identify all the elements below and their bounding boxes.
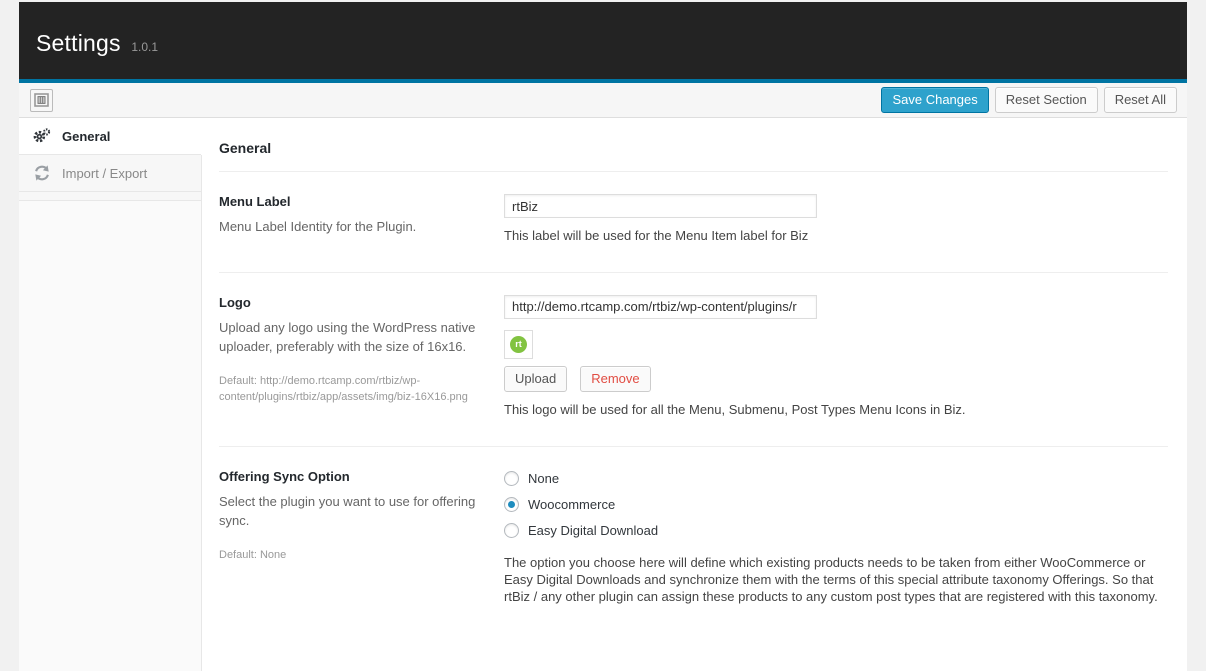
panel-header: Settings 1.0.1: [19, 2, 1187, 83]
default-value-note: Default: None: [219, 548, 287, 561]
radio-button-checked-icon[interactable]: [504, 496, 519, 512]
cogs-icon: [33, 128, 51, 144]
reset-all-button[interactable]: Reset All: [1103, 87, 1177, 113]
page-title: Settings: [36, 30, 121, 56]
field-label: Offering Sync Option: [219, 468, 350, 484]
field-input-column: None Woocommerce Easy Digital Download T…: [504, 469, 1164, 605]
field-help-text: This logo will be used for all the Menu,…: [504, 401, 966, 417]
radio-button-icon[interactable]: [504, 522, 519, 538]
sidebar-item-general[interactable]: General: [19, 118, 201, 155]
field-description: Select the plugin you want to use for of…: [219, 493, 476, 529]
sidebar: General Import / Export: [19, 118, 202, 671]
content-panel: General Menu Label Menu Label Identity f…: [202, 118, 1187, 671]
field-description: Menu Label Identity for the Plugin.: [219, 219, 417, 234]
logo-url-input[interactable]: [504, 294, 817, 319]
remove-button[interactable]: Remove: [580, 365, 651, 392]
radio-option-label: Woocommerce: [528, 496, 616, 512]
radio-button-icon[interactable]: [504, 470, 519, 486]
radio-option-label: Easy Digital Download: [528, 522, 659, 538]
field-input-column: This label will be used for the Menu Ite…: [504, 194, 1164, 246]
toolbar: Save Changes Reset Section Reset All: [19, 83, 1187, 118]
section-heading: General: [219, 133, 1168, 172]
field-help-text: This label will be used for the Menu Ite…: [504, 228, 809, 243]
sidebar-item-label: General: [62, 128, 111, 144]
field-help-text: The option you choose here will define w…: [504, 554, 1158, 604]
version-label: 1.0.1: [131, 40, 159, 54]
rtbiz-logo-icon: rt: [510, 335, 527, 353]
panel-layout-icon: [34, 93, 49, 107]
field-label: Menu Label: [219, 194, 291, 209]
media-buttons: Upload Remove: [504, 365, 1164, 392]
sidebar-filler: [19, 192, 201, 201]
field-description: Upload any logo using the WordPress nati…: [219, 319, 476, 355]
field-row-offering-sync: Offering Sync Option Select the plugin y…: [219, 447, 1168, 631]
field-label-column: Logo Upload any logo using the WordPress…: [219, 295, 504, 420]
default-value-note: Default: http://demo.rtcamp.com/rtbiz/wp…: [219, 374, 468, 404]
reset-section-button[interactable]: Reset Section: [994, 87, 1098, 113]
sync-icon: [33, 165, 51, 181]
radio-option-none[interactable]: None: [504, 470, 1164, 486]
logo-preview: rt: [504, 329, 533, 359]
upload-button[interactable]: Upload: [504, 365, 568, 392]
menu-label-input[interactable]: [504, 194, 817, 218]
save-changes-button[interactable]: Save Changes: [881, 87, 989, 113]
radio-option-label: None: [528, 470, 560, 486]
field-input-column: rt Upload Remove This logo will be used …: [504, 294, 1164, 420]
field-label: Logo: [219, 294, 251, 310]
offering-sync-radio-group: None Woocommerce Easy Digital Download: [504, 470, 1164, 538]
sidebar-item-import-export[interactable]: Import / Export: [19, 155, 201, 192]
radio-option-easy-digital-download[interactable]: Easy Digital Download: [504, 522, 1164, 538]
radio-option-woocommerce[interactable]: Woocommerce: [504, 496, 1164, 512]
sidebar-item-label: Import / Export: [62, 165, 148, 181]
field-label-column: Offering Sync Option Select the plugin y…: [219, 469, 504, 605]
panel-toggle-button[interactable]: [30, 88, 53, 112]
field-row-menu-label: Menu Label Menu Label Identity for the P…: [219, 172, 1168, 273]
main-area: General Import / Export General Menu Lab…: [19, 118, 1187, 671]
field-label-column: Menu Label Menu Label Identity for the P…: [219, 194, 504, 246]
settings-panel: Settings 1.0.1 Save Changes Reset Sectio…: [19, 2, 1187, 671]
field-row-logo: Logo Upload any logo using the WordPress…: [219, 273, 1168, 447]
